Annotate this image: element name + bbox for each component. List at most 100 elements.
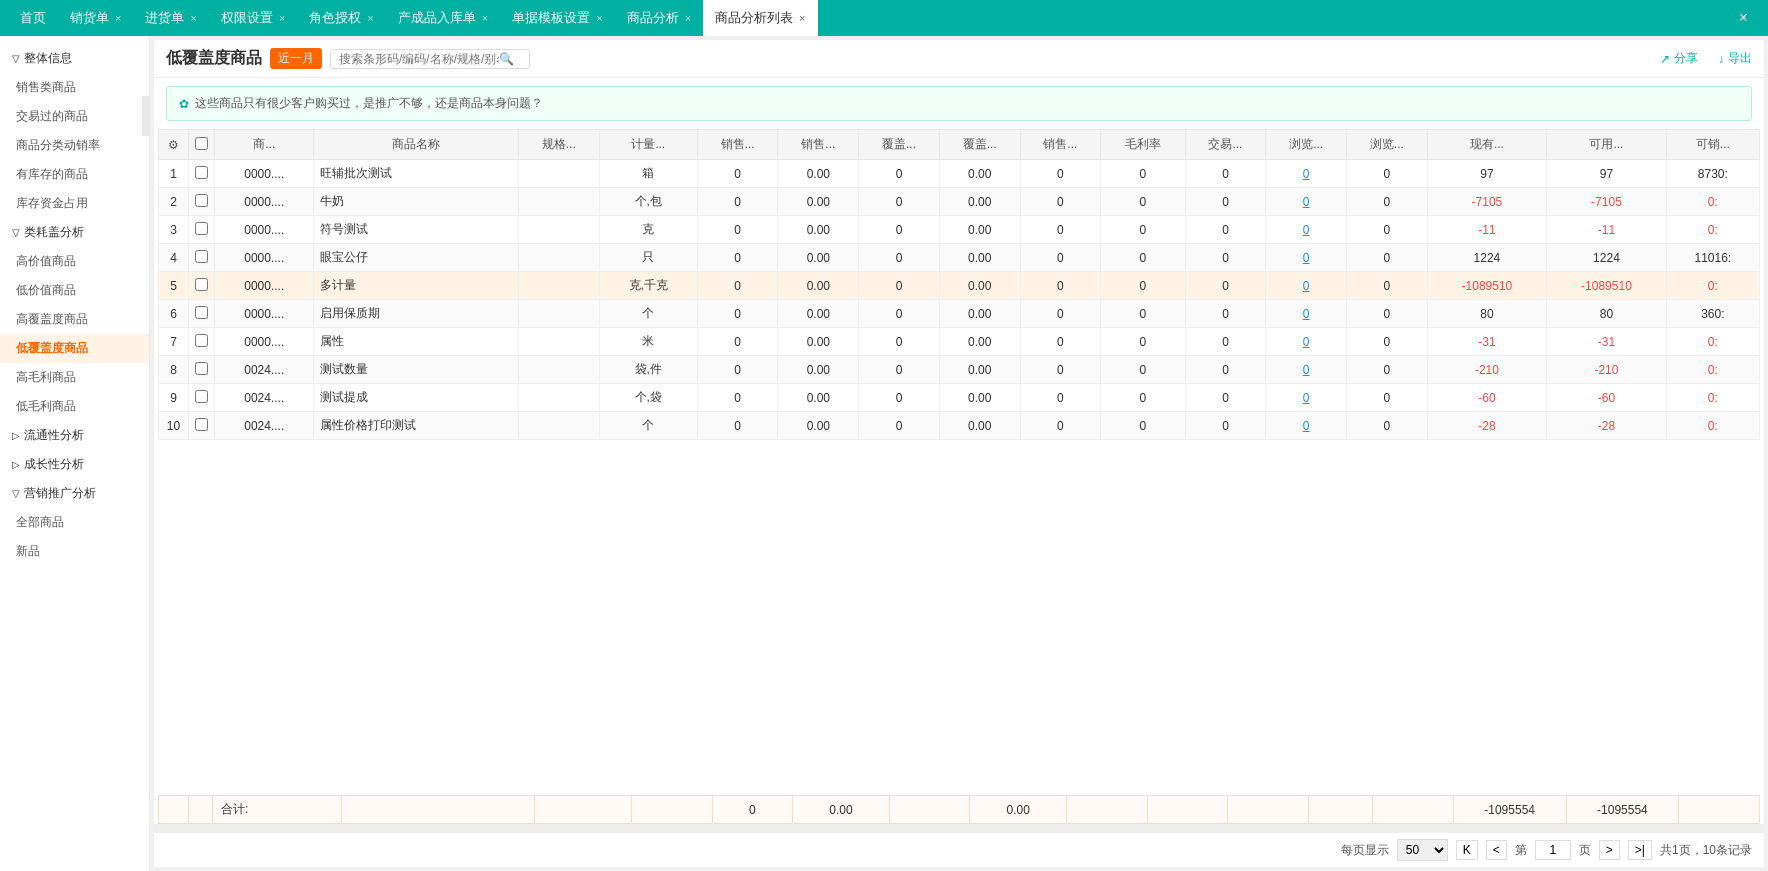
- row-current-stock: -60: [1427, 384, 1547, 412]
- close-icon[interactable]: ×: [799, 12, 805, 24]
- info-icon: ✿: [179, 97, 189, 111]
- totals-cover1: [889, 796, 970, 824]
- sidebar-item-sales-goods[interactable]: 销售类商品: [0, 73, 149, 102]
- last-page-button[interactable]: >|: [1628, 840, 1652, 860]
- row-select-checkbox[interactable]: [195, 250, 208, 263]
- row-view1[interactable]: 0: [1266, 216, 1347, 244]
- close-icon[interactable]: ×: [482, 12, 488, 24]
- row-checkbox[interactable]: [189, 244, 215, 272]
- row-current-stock: -28: [1427, 412, 1547, 440]
- sidebar-item-low-value[interactable]: 低价值商品: [0, 276, 149, 305]
- nav-purchase-order[interactable]: 进货单 ×: [133, 0, 208, 36]
- nav-product-inbound[interactable]: 产成品入库单 ×: [386, 0, 500, 36]
- sidebar-section-overall[interactable]: ▽ 整体信息: [0, 44, 149, 73]
- select-all-checkbox[interactable]: [195, 137, 208, 150]
- first-page-button[interactable]: K: [1456, 840, 1478, 860]
- row-view1[interactable]: 0: [1266, 384, 1347, 412]
- row-select-checkbox[interactable]: [195, 166, 208, 179]
- row-unit: 克: [599, 216, 697, 244]
- row-select-checkbox[interactable]: [195, 278, 208, 291]
- row-select-checkbox[interactable]: [195, 194, 208, 207]
- sidebar-item-category-rate[interactable]: 商品分类动销率: [0, 131, 149, 160]
- row-sales-rate: 0: [1020, 328, 1101, 356]
- col-checkbox[interactable]: [189, 130, 215, 160]
- horizontal-scrollbar[interactable]: [154, 824, 1764, 832]
- row-name: 测试提成: [314, 384, 518, 412]
- share-icon: ↗: [1660, 52, 1670, 66]
- close-icon[interactable]: ×: [190, 12, 196, 24]
- sidebar-item-stock-capital[interactable]: 库存资金占用: [0, 189, 149, 218]
- row-select-checkbox[interactable]: [195, 334, 208, 347]
- nav-sales-order[interactable]: 销货单 ×: [58, 0, 133, 36]
- row-name: 眼宝公仔: [314, 244, 518, 272]
- row-select-checkbox[interactable]: [195, 418, 208, 431]
- sidebar-section-marketing[interactable]: ▽ 营销推广分析: [0, 479, 149, 508]
- row-checkbox[interactable]: [189, 300, 215, 328]
- col-spec: 规格...: [518, 130, 599, 160]
- sidebar-item-low-profit[interactable]: 低毛利商品: [0, 392, 149, 421]
- nav-product-analysis[interactable]: 商品分析 ×: [615, 0, 703, 36]
- nav-template-settings[interactable]: 单据模板设置 ×: [500, 0, 614, 36]
- row-view2: 0: [1347, 216, 1428, 244]
- nav-home[interactable]: 首页: [8, 0, 58, 36]
- row-checkbox[interactable]: [189, 160, 215, 188]
- col-settings[interactable]: ⚙: [159, 130, 189, 160]
- nav-product-analysis-list[interactable]: 商品分析列表 ×: [703, 0, 817, 36]
- sidebar-section-growth[interactable]: ▷ 成长性分析: [0, 450, 149, 479]
- search-icon[interactable]: 🔍: [499, 52, 514, 66]
- close-icon[interactable]: ×: [367, 12, 373, 24]
- search-input[interactable]: [339, 52, 499, 66]
- sidebar-item-traded-goods[interactable]: 交易过的商品: [0, 102, 149, 131]
- period-button[interactable]: 近一月: [270, 48, 322, 69]
- row-sales-amount: 0.00: [778, 300, 859, 328]
- sidebar-collapse-button[interactable]: 《: [142, 96, 150, 136]
- sidebar-item-high-coverage[interactable]: 高覆盖度商品: [0, 305, 149, 334]
- expand-icon: ▽: [12, 488, 20, 499]
- sidebar-item-new-goods[interactable]: 新品: [0, 537, 149, 566]
- close-icon[interactable]: ×: [279, 12, 285, 24]
- row-checkbox[interactable]: [189, 328, 215, 356]
- totals-row: 合计: 0 0.00 0.00 -1095554 -1095554: [159, 796, 1760, 824]
- prev-page-button[interactable]: <: [1486, 840, 1507, 860]
- table-wrapper[interactable]: ⚙ 商... 商品名称 规格... 计量... 销售... 销售... 覆盖..…: [154, 129, 1764, 795]
- row-select-checkbox[interactable]: [195, 222, 208, 235]
- row-checkbox[interactable]: [189, 272, 215, 300]
- sidebar-section-liquidity[interactable]: ▷ 流通性分析: [0, 421, 149, 450]
- row-checkbox[interactable]: [189, 384, 215, 412]
- row-checkbox[interactable]: [189, 412, 215, 440]
- row-select-checkbox[interactable]: [195, 362, 208, 375]
- window-close-button[interactable]: ×: [1727, 9, 1760, 27]
- row-view1[interactable]: 0: [1266, 412, 1347, 440]
- row-view1[interactable]: 0: [1266, 328, 1347, 356]
- close-icon[interactable]: ×: [685, 12, 691, 24]
- export-button[interactable]: ↓ 导出: [1718, 50, 1752, 67]
- row-view1[interactable]: 0: [1266, 244, 1347, 272]
- row-select-checkbox[interactable]: [195, 390, 208, 403]
- row-select-checkbox[interactable]: [195, 306, 208, 319]
- nav-role-auth[interactable]: 角色授权 ×: [297, 0, 385, 36]
- share-button[interactable]: ↗ 分享: [1660, 50, 1698, 67]
- next-page-button[interactable]: >: [1599, 840, 1620, 860]
- sidebar-item-high-profit[interactable]: 高毛利商品: [0, 363, 149, 392]
- row-checkbox[interactable]: [189, 356, 215, 384]
- sidebar-item-stocked-goods[interactable]: 有库存的商品: [0, 160, 149, 189]
- row-view1[interactable]: 0: [1266, 188, 1347, 216]
- row-view1[interactable]: 0: [1266, 300, 1347, 328]
- expand-icon: ▽: [12, 227, 20, 238]
- row-sales-amount: 0.00: [778, 384, 859, 412]
- row-checkbox[interactable]: [189, 216, 215, 244]
- row-view1[interactable]: 0: [1266, 272, 1347, 300]
- row-checkbox[interactable]: [189, 188, 215, 216]
- nav-permissions[interactable]: 权限设置 ×: [209, 0, 297, 36]
- sidebar-item-low-coverage[interactable]: 低覆盖度商品: [0, 334, 149, 363]
- row-view1[interactable]: 0: [1266, 160, 1347, 188]
- close-icon[interactable]: ×: [596, 12, 602, 24]
- sidebar-item-all-goods[interactable]: 全部商品: [0, 508, 149, 537]
- col-available: 可用...: [1547, 130, 1667, 160]
- page-input[interactable]: [1535, 840, 1571, 860]
- sidebar-section-coverage[interactable]: ▽ 类耗盖分析: [0, 218, 149, 247]
- close-icon[interactable]: ×: [115, 12, 121, 24]
- sidebar-item-high-value[interactable]: 高价值商品: [0, 247, 149, 276]
- row-view1[interactable]: 0: [1266, 356, 1347, 384]
- per-page-select[interactable]: 50 20 100: [1397, 839, 1448, 861]
